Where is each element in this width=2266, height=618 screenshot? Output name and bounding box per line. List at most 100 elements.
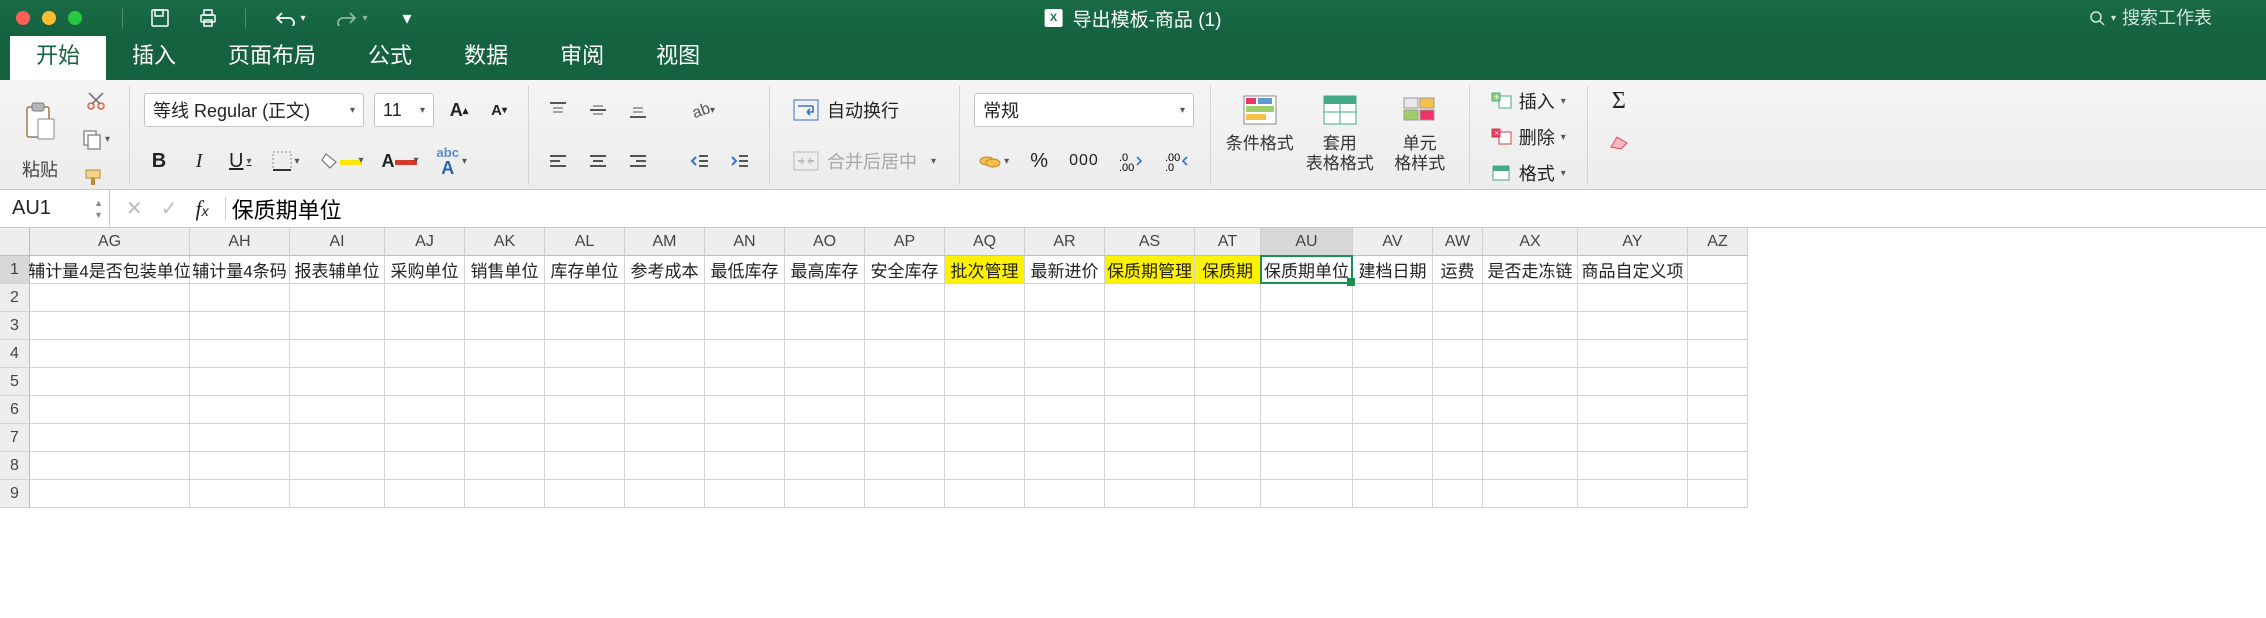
row-header-3[interactable]: 3 bbox=[0, 312, 30, 340]
column-header-AK[interactable]: AK bbox=[465, 228, 545, 256]
close-window-button[interactable] bbox=[16, 11, 30, 25]
cell-AR7[interactable] bbox=[1025, 424, 1105, 452]
cell-AP7[interactable] bbox=[865, 424, 945, 452]
cell-AT2[interactable] bbox=[1195, 284, 1261, 312]
column-header-AL[interactable]: AL bbox=[545, 228, 625, 256]
row-header-7[interactable]: 7 bbox=[0, 424, 30, 452]
delete-cells-button[interactable]: × 删除▾ bbox=[1484, 122, 1573, 152]
cell-AU3[interactable] bbox=[1261, 312, 1353, 340]
cell-AK8[interactable] bbox=[465, 452, 545, 480]
row-header-8[interactable]: 8 bbox=[0, 452, 30, 480]
cell-AO9[interactable] bbox=[785, 480, 865, 508]
cell-AZ5[interactable] bbox=[1688, 368, 1748, 396]
cell-AX1[interactable]: 是否走冻链 bbox=[1483, 256, 1578, 284]
paste-button[interactable] bbox=[14, 96, 66, 148]
search-box[interactable]: ▾ bbox=[2089, 8, 2252, 29]
cell-AQ7[interactable] bbox=[945, 424, 1025, 452]
cell-AJ7[interactable] bbox=[385, 424, 465, 452]
cell-AJ3[interactable] bbox=[385, 312, 465, 340]
cell-AU1[interactable]: 保质期单位 bbox=[1261, 256, 1353, 284]
zoom-window-button[interactable] bbox=[68, 11, 82, 25]
cell-AG1[interactable]: 辅计量4是否包装单位 bbox=[30, 256, 190, 284]
cell-AX2[interactable] bbox=[1483, 284, 1578, 312]
orientation-button[interactable]: ab▾ bbox=[685, 95, 720, 125]
cell-AY5[interactable] bbox=[1578, 368, 1688, 396]
cell-AQ8[interactable] bbox=[945, 452, 1025, 480]
cell-AT9[interactable] bbox=[1195, 480, 1261, 508]
cell-AS4[interactable] bbox=[1105, 340, 1195, 368]
wrap-text-button[interactable]: 自动换行 bbox=[784, 95, 908, 125]
cell-AZ7[interactable] bbox=[1688, 424, 1748, 452]
cell-AJ2[interactable] bbox=[385, 284, 465, 312]
cell-AL6[interactable] bbox=[545, 396, 625, 424]
align-top-button[interactable] bbox=[543, 95, 573, 125]
column-header-AU[interactable]: AU bbox=[1261, 228, 1353, 256]
cell-AN5[interactable] bbox=[705, 368, 785, 396]
row-header-2[interactable]: 2 bbox=[0, 284, 30, 312]
cell-AR1[interactable]: 最新进价 bbox=[1025, 256, 1105, 284]
cell-AW8[interactable] bbox=[1433, 452, 1483, 480]
cell-AL4[interactable] bbox=[545, 340, 625, 368]
minimize-window-button[interactable] bbox=[42, 11, 56, 25]
increase-indent-button[interactable] bbox=[725, 146, 755, 176]
column-header-AJ[interactable]: AJ bbox=[385, 228, 465, 256]
cell-AX4[interactable] bbox=[1483, 340, 1578, 368]
cell-AX3[interactable] bbox=[1483, 312, 1578, 340]
column-header-AP[interactable]: AP bbox=[865, 228, 945, 256]
cut-button[interactable] bbox=[76, 86, 115, 116]
cell-AV3[interactable] bbox=[1353, 312, 1433, 340]
cell-AH2[interactable] bbox=[190, 284, 290, 312]
increase-decimal-button[interactable]: .0.00 bbox=[1114, 146, 1150, 176]
cell-AM7[interactable] bbox=[625, 424, 705, 452]
cell-AY7[interactable] bbox=[1578, 424, 1688, 452]
cells-area[interactable]: 辅计量4是否包装单位辅计量4条码报表辅单位采购单位销售单位库存单位参考成本最低库… bbox=[30, 256, 1748, 508]
cell-AS2[interactable] bbox=[1105, 284, 1195, 312]
cell-AR2[interactable] bbox=[1025, 284, 1105, 312]
font-name-combo[interactable]: 等线 Regular (正文)▾ bbox=[144, 93, 364, 127]
cell-AJ4[interactable] bbox=[385, 340, 465, 368]
cell-AZ6[interactable] bbox=[1688, 396, 1748, 424]
cell-AW6[interactable] bbox=[1433, 396, 1483, 424]
cell-AN6[interactable] bbox=[705, 396, 785, 424]
cell-AP8[interactable] bbox=[865, 452, 945, 480]
row-header-5[interactable]: 5 bbox=[0, 368, 30, 396]
cell-AX8[interactable] bbox=[1483, 452, 1578, 480]
cell-AU8[interactable] bbox=[1261, 452, 1353, 480]
column-header-AS[interactable]: AS bbox=[1105, 228, 1195, 256]
cell-AH8[interactable] bbox=[190, 452, 290, 480]
cell-AY9[interactable] bbox=[1578, 480, 1688, 508]
cell-AN7[interactable] bbox=[705, 424, 785, 452]
cell-AK6[interactable] bbox=[465, 396, 545, 424]
insert-cells-button[interactable]: + 插入▾ bbox=[1484, 86, 1573, 116]
bold-button[interactable]: B bbox=[144, 146, 174, 176]
cell-AN8[interactable] bbox=[705, 452, 785, 480]
cell-AQ1[interactable]: 批次管理 bbox=[945, 256, 1025, 284]
cell-AI6[interactable] bbox=[290, 396, 385, 424]
cell-AT6[interactable] bbox=[1195, 396, 1261, 424]
cell-AS6[interactable] bbox=[1105, 396, 1195, 424]
column-header-AG[interactable]: AG bbox=[30, 228, 190, 256]
cell-AW1[interactable]: 运费 bbox=[1433, 256, 1483, 284]
column-header-AW[interactable]: AW bbox=[1433, 228, 1483, 256]
cell-AV1[interactable]: 建档日期 bbox=[1353, 256, 1433, 284]
column-header-AT[interactable]: AT bbox=[1195, 228, 1261, 256]
cell-AX6[interactable] bbox=[1483, 396, 1578, 424]
format-painter-button[interactable] bbox=[76, 162, 115, 192]
cell-AM8[interactable] bbox=[625, 452, 705, 480]
cell-AO5[interactable] bbox=[785, 368, 865, 396]
cell-AN1[interactable]: 最低库存 bbox=[705, 256, 785, 284]
cell-AH9[interactable] bbox=[190, 480, 290, 508]
clear-button[interactable] bbox=[1602, 126, 1636, 156]
cell-AV6[interactable] bbox=[1353, 396, 1433, 424]
fx-icon[interactable]: fx bbox=[196, 196, 209, 222]
cell-AK7[interactable] bbox=[465, 424, 545, 452]
cell-AW5[interactable] bbox=[1433, 368, 1483, 396]
cell-AK1[interactable]: 销售单位 bbox=[465, 256, 545, 284]
cell-AZ2[interactable] bbox=[1688, 284, 1748, 312]
cell-AR8[interactable] bbox=[1025, 452, 1105, 480]
cell-AL1[interactable]: 库存单位 bbox=[545, 256, 625, 284]
cell-AT4[interactable] bbox=[1195, 340, 1261, 368]
border-button[interactable]: ▾ bbox=[267, 146, 305, 176]
cell-AM3[interactable] bbox=[625, 312, 705, 340]
cell-AZ1[interactable] bbox=[1688, 256, 1748, 284]
